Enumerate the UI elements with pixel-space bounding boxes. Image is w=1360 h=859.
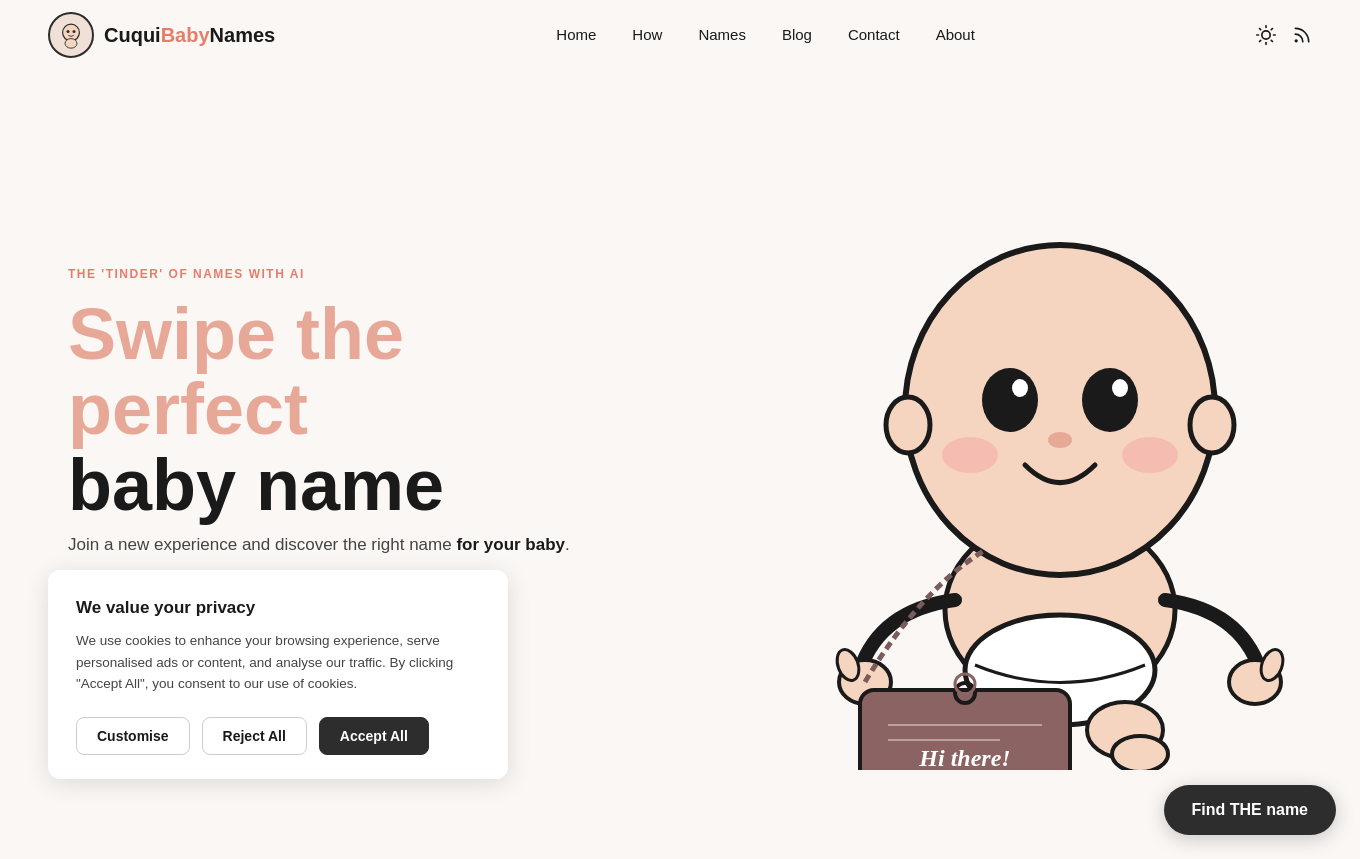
svg-point-1 [67,30,70,33]
nav-links: Home How Names Blog Contact About [556,26,974,44]
cookie-reject-button[interactable]: Reject All [202,717,307,755]
rss-feed-button[interactable] [1292,25,1312,45]
svg-point-31 [1048,432,1072,448]
nav-home[interactable]: Home [556,26,596,43]
nav-about[interactable]: About [936,26,975,43]
svg-point-13 [1295,40,1297,42]
hero-title: Swipe the perfect baby name [68,297,648,524]
hero-tag: THE 'TINDER' OF NAMES WITH AI [68,267,648,281]
svg-point-25 [886,397,930,453]
cookie-body: We use cookies to enhance your browsing … [76,630,480,695]
theme-toggle-button[interactable] [1256,25,1276,45]
cookie-banner: We value your privacy We use cookies to … [48,570,508,779]
nav-contact[interactable]: Contact [848,26,900,43]
navbar: CuquiBabyNames Home How Names Blog Conta… [0,0,1360,70]
svg-point-4 [1262,31,1270,39]
svg-point-3 [65,39,77,49]
nav-blog[interactable]: Blog [782,26,812,43]
cookie-customise-button[interactable]: Customise [76,717,190,755]
hero-subtitle: Join a new experience and discover the r… [68,532,648,558]
cookie-buttons: Customise Reject All Accept All [76,717,480,755]
cookie-title: We value your privacy [76,598,480,618]
nav-icon-group [1256,25,1312,45]
hero-illustration: Hi there! [780,90,1340,790]
svg-point-29 [1012,379,1028,397]
logo-link[interactable]: CuquiBabyNames [48,12,275,58]
svg-point-24 [905,245,1215,575]
svg-text:Hi there!: Hi there! [918,745,1010,770]
nav-how[interactable]: How [632,26,662,43]
svg-line-12 [1271,29,1272,30]
svg-point-27 [982,368,1038,432]
svg-point-2 [73,30,76,33]
svg-line-11 [1260,40,1261,41]
logo-text: CuquiBabyNames [104,24,275,47]
nav-names[interactable]: Names [698,26,746,43]
svg-point-28 [1082,368,1138,432]
svg-point-30 [1112,379,1128,397]
svg-point-32 [942,437,998,473]
svg-point-19 [1112,736,1168,770]
svg-point-33 [1122,437,1178,473]
svg-point-26 [1190,397,1234,453]
baby-svg: Hi there! [800,110,1320,770]
cookie-accept-button[interactable]: Accept All [319,717,429,755]
logo-icon [48,12,94,58]
svg-line-7 [1260,29,1261,30]
svg-line-8 [1271,40,1272,41]
find-name-button[interactable]: Find THE name [1164,785,1336,835]
